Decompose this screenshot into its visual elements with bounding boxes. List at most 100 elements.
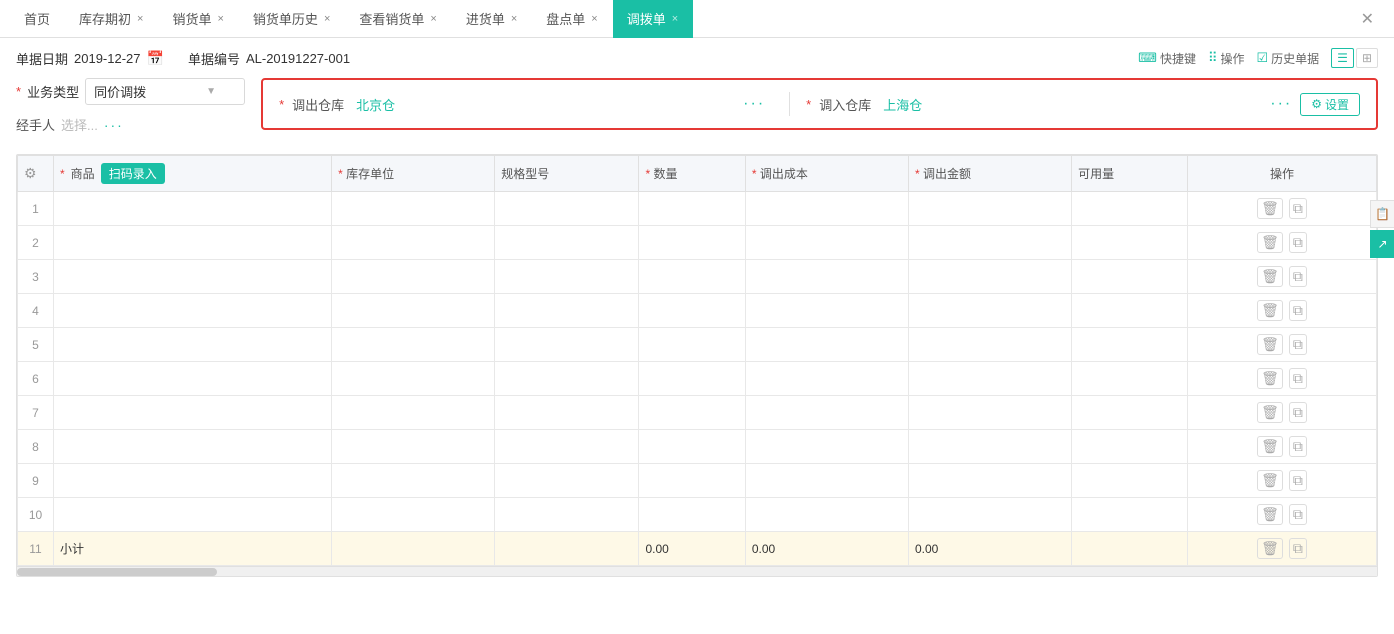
- scroll-thumb[interactable]: [17, 568, 217, 576]
- tab-view-sales[interactable]: 查看销货单 ×: [345, 0, 451, 38]
- table-gear-icon[interactable]: ⚙: [24, 165, 37, 181]
- row-2-product[interactable]: [54, 226, 332, 260]
- operation-btn[interactable]: ⠿ 操作: [1208, 50, 1245, 67]
- row-5-delete-icon[interactable]: 🗑: [1257, 334, 1283, 355]
- row-3-unit[interactable]: [332, 260, 495, 294]
- out-warehouse-more-icon[interactable]: ···: [735, 95, 773, 113]
- row-1-unit[interactable]: [332, 192, 495, 226]
- row-2-delete-icon[interactable]: 🗑: [1257, 232, 1283, 253]
- row-3-delete-icon[interactable]: 🗑: [1257, 266, 1283, 287]
- row-4-unit[interactable]: [332, 294, 495, 328]
- row-8-delete-icon[interactable]: 🗑: [1257, 436, 1283, 457]
- window-close-button[interactable]: ✕: [1351, 9, 1384, 29]
- row-7-amount[interactable]: [908, 396, 1071, 430]
- row-8-spec[interactable]: [495, 430, 639, 464]
- row-10-unit[interactable]: [332, 498, 495, 532]
- out-warehouse-value[interactable]: 北京仓: [356, 95, 395, 114]
- row-5-cost[interactable]: [745, 328, 908, 362]
- row-8-product[interactable]: [54, 430, 332, 464]
- row-10-amount[interactable]: [908, 498, 1071, 532]
- row-10-qty[interactable]: [639, 498, 745, 532]
- row-10-product[interactable]: [54, 498, 332, 532]
- row-6-cost[interactable]: [745, 362, 908, 396]
- row-1-amount[interactable]: [908, 192, 1071, 226]
- row-8-unit[interactable]: [332, 430, 495, 464]
- row-11-delete-icon[interactable]: 🗑: [1257, 538, 1283, 559]
- row-3-product[interactable]: [54, 260, 332, 294]
- row-9-spec[interactable]: [495, 464, 639, 498]
- float-expand-btn[interactable]: ↗: [1370, 230, 1394, 258]
- row-10-copy-icon[interactable]: ⧉: [1289, 504, 1307, 525]
- tab-sales-order-close[interactable]: ×: [217, 13, 223, 25]
- in-warehouse-more-icon[interactable]: ···: [1262, 95, 1300, 113]
- float-doc-btn[interactable]: 📋: [1370, 200, 1394, 228]
- row-5-product[interactable]: [54, 328, 332, 362]
- handler-input[interactable]: 选择...: [61, 115, 98, 134]
- row-7-product[interactable]: [54, 396, 332, 430]
- tab-stock-check-close[interactable]: ×: [591, 13, 597, 25]
- tab-home[interactable]: 首页: [10, 0, 65, 38]
- row-10-spec[interactable]: [495, 498, 639, 532]
- row-3-spec[interactable]: [495, 260, 639, 294]
- row-6-spec[interactable]: [495, 362, 639, 396]
- row-9-unit[interactable]: [332, 464, 495, 498]
- row-6-qty[interactable]: [639, 362, 745, 396]
- row-3-copy-icon[interactable]: ⧉: [1289, 266, 1307, 287]
- row-8-copy-icon[interactable]: ⧉: [1289, 436, 1307, 457]
- row-6-copy-icon[interactable]: ⧉: [1289, 368, 1307, 389]
- horizontal-scrollbar[interactable]: [17, 566, 1377, 576]
- row-4-delete-icon[interactable]: 🗑: [1257, 300, 1283, 321]
- row-6-product[interactable]: [54, 362, 332, 396]
- row-1-spec[interactable]: [495, 192, 639, 226]
- handler-more-icon[interactable]: ···: [104, 117, 124, 133]
- row-3-cost[interactable]: [745, 260, 908, 294]
- row-1-delete-icon[interactable]: 🗑: [1257, 198, 1283, 219]
- row-8-amount[interactable]: [908, 430, 1071, 464]
- row-7-copy-icon[interactable]: ⧉: [1289, 402, 1307, 423]
- row-4-qty[interactable]: [639, 294, 745, 328]
- row-1-qty[interactable]: [639, 192, 745, 226]
- row-5-copy-icon[interactable]: ⧉: [1289, 334, 1307, 355]
- row-9-delete-icon[interactable]: 🗑: [1257, 470, 1283, 491]
- row-5-unit[interactable]: [332, 328, 495, 362]
- row-7-cost[interactable]: [745, 396, 908, 430]
- scan-button[interactable]: 扫码录入: [101, 163, 165, 184]
- row-7-delete-icon[interactable]: 🗑: [1257, 402, 1283, 423]
- row-11-product[interactable]: 小计: [54, 532, 332, 566]
- row-9-qty[interactable]: [639, 464, 745, 498]
- row-7-qty[interactable]: [639, 396, 745, 430]
- in-warehouse-value[interactable]: 上海仓: [883, 95, 922, 114]
- row-2-qty[interactable]: [639, 226, 745, 260]
- tab-purchase-order[interactable]: 进货单 ×: [452, 0, 532, 38]
- row-10-delete-icon[interactable]: 🗑: [1257, 504, 1283, 525]
- row-2-unit[interactable]: [332, 226, 495, 260]
- row-5-amount[interactable]: [908, 328, 1071, 362]
- row-8-qty[interactable]: [639, 430, 745, 464]
- row-6-amount[interactable]: [908, 362, 1071, 396]
- tab-sales-history-close[interactable]: ×: [324, 13, 330, 25]
- row-2-copy-icon[interactable]: ⧉: [1289, 232, 1307, 253]
- row-9-product[interactable]: [54, 464, 332, 498]
- tab-purchase-order-close[interactable]: ×: [511, 13, 517, 25]
- row-5-qty[interactable]: [639, 328, 745, 362]
- tab-sales-order[interactable]: 销货单 ×: [158, 0, 238, 38]
- settings-button[interactable]: ⚙ 设置: [1300, 93, 1360, 116]
- row-1-cost[interactable]: [745, 192, 908, 226]
- row-2-amount[interactable]: [908, 226, 1071, 260]
- row-7-spec[interactable]: [495, 396, 639, 430]
- row-1-product[interactable]: [54, 192, 332, 226]
- row-9-amount[interactable]: [908, 464, 1071, 498]
- tab-inventory-init-close[interactable]: ×: [137, 13, 143, 25]
- row-7-unit[interactable]: [332, 396, 495, 430]
- row-9-cost[interactable]: [745, 464, 908, 498]
- tab-sales-history[interactable]: 销货单历史 ×: [239, 0, 345, 38]
- row-4-amount[interactable]: [908, 294, 1071, 328]
- tab-view-sales-close[interactable]: ×: [430, 13, 436, 25]
- row-4-cost[interactable]: [745, 294, 908, 328]
- row-8-cost[interactable]: [745, 430, 908, 464]
- row-3-qty[interactable]: [639, 260, 745, 294]
- tab-transfer-order[interactable]: 调拨单 ×: [613, 0, 693, 38]
- calendar-icon[interactable]: 📅: [147, 50, 164, 67]
- view-toggle-list[interactable]: ☰: [1331, 48, 1354, 68]
- row-6-delete-icon[interactable]: 🗑: [1257, 368, 1283, 389]
